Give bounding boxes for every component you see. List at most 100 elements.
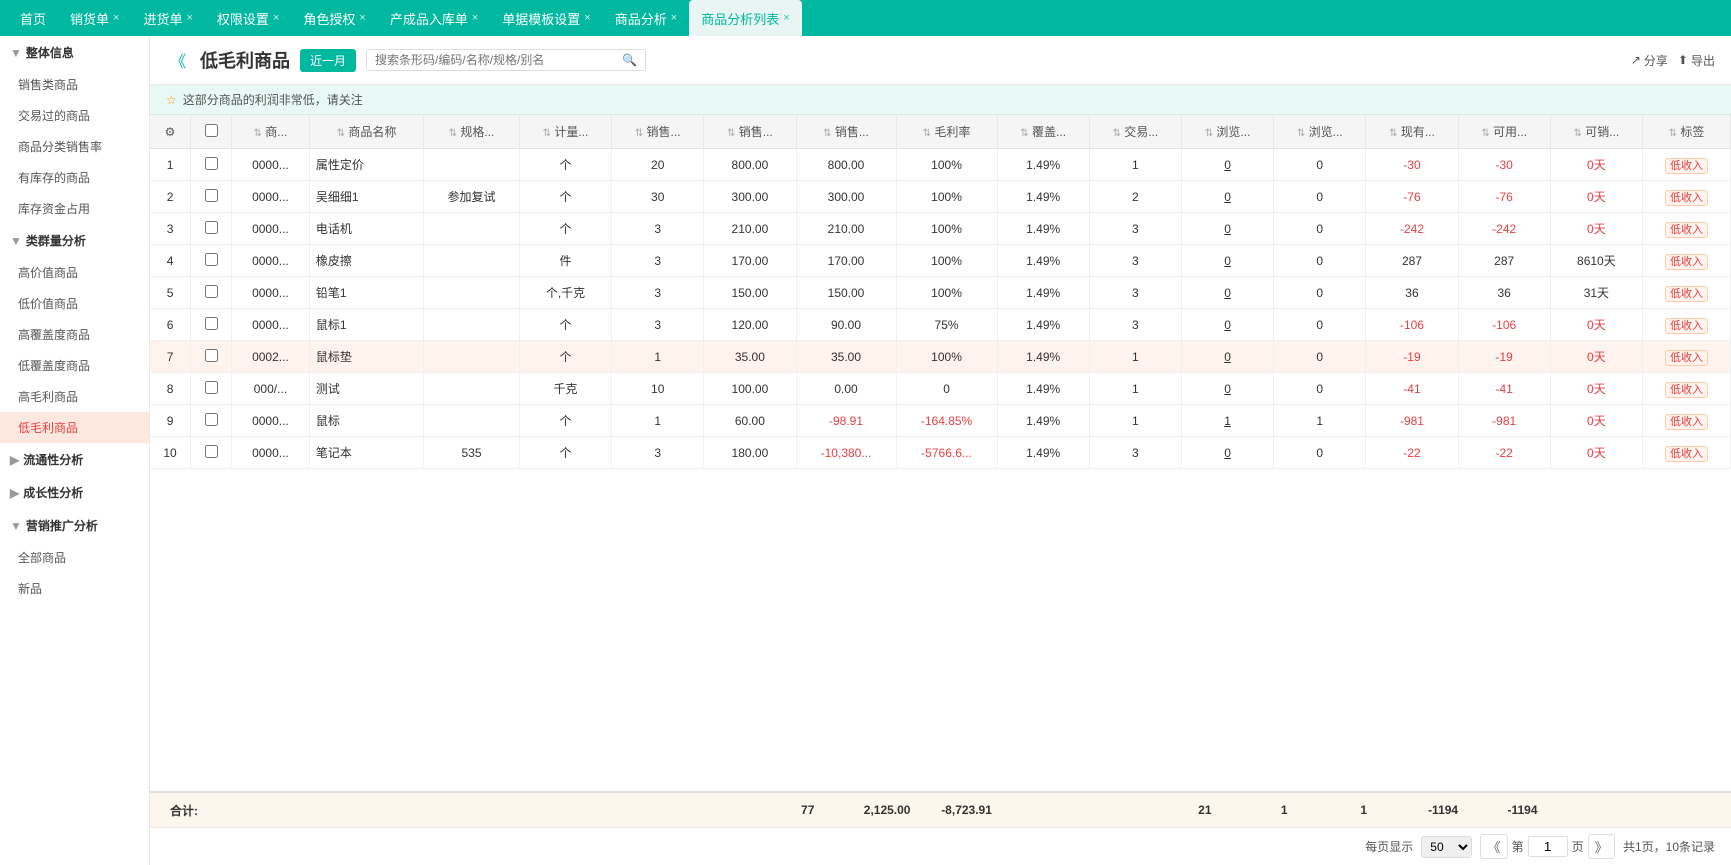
col-unit[interactable]: ⇅ 计量... xyxy=(519,115,611,149)
col-sales-profit[interactable]: ⇅ 销售... xyxy=(796,115,896,149)
row-browse1[interactable]: 0 xyxy=(1181,277,1273,309)
nav-close-roles[interactable]: × xyxy=(359,12,365,24)
row-checkbox[interactable] xyxy=(205,189,218,202)
nav-item-sales[interactable]: 销货单 × xyxy=(58,0,131,36)
row-check[interactable] xyxy=(191,341,232,373)
row-browse1[interactable]: 0 xyxy=(1181,373,1273,405)
nav-close-products-in[interactable]: × xyxy=(472,12,478,24)
chevron-down-icon: ▼ xyxy=(10,46,22,60)
row-checkbox[interactable] xyxy=(205,413,218,426)
sidebar-item-new-products[interactable]: 新品 xyxy=(0,573,149,604)
sidebar-item-low-margin[interactable]: 低毛利商品 xyxy=(0,412,149,443)
sidebar-item-high-coverage[interactable]: 高覆盖度商品 xyxy=(0,319,149,350)
search-input[interactable] xyxy=(375,53,618,67)
sidebar-item-traded-products[interactable]: 交易过的商品 xyxy=(0,100,149,131)
row-browse1[interactable]: 0 xyxy=(1181,149,1273,181)
row-checkbox[interactable] xyxy=(205,157,218,170)
nav-item-purchase[interactable]: 进货单 × xyxy=(131,0,204,36)
footer-trade: 21 xyxy=(1165,803,1244,817)
row-check[interactable] xyxy=(191,213,232,245)
sidebar-item-in-stock[interactable]: 有库存的商品 xyxy=(0,162,149,193)
col-name[interactable]: ⇅ 商品名称 xyxy=(309,115,423,149)
nav-item-analysis[interactable]: 商品分析 × xyxy=(603,0,689,36)
row-check[interactable] xyxy=(191,309,232,341)
sidebar-item-high-margin[interactable]: 高毛利商品 xyxy=(0,381,149,412)
col-gross-rate[interactable]: ⇅ 毛利率 xyxy=(896,115,997,149)
sidebar-item-low-value[interactable]: 低价值商品 xyxy=(0,288,149,319)
col-stock[interactable]: ⇅ 现有... xyxy=(1366,115,1458,149)
row-checkbox[interactable] xyxy=(205,221,218,234)
export-button[interactable]: ⬆ 导出 xyxy=(1678,52,1715,69)
footer-label: 合计: xyxy=(160,802,208,819)
row-browse1[interactable]: 1 xyxy=(1181,405,1273,437)
nav-close-analysis[interactable]: × xyxy=(671,12,677,24)
row-check[interactable] xyxy=(191,437,232,469)
nav-close-permissions[interactable]: × xyxy=(273,12,279,24)
content-area: 《 低毛利商品 近一月 🔍 ↗ 分享 ⬆ 导出 ☆ 这部分商品的利润非常低， xyxy=(150,36,1731,865)
nav-close-purchase[interactable]: × xyxy=(186,12,192,24)
row-browse1[interactable]: 0 xyxy=(1181,245,1273,277)
row-browse1[interactable]: 0 xyxy=(1181,213,1273,245)
page-input[interactable] xyxy=(1528,836,1568,857)
share-button[interactable]: ↗ 分享 xyxy=(1631,52,1668,69)
row-checkbox[interactable] xyxy=(205,253,218,266)
col-spec[interactable]: ⇅ 规格... xyxy=(424,115,520,149)
nav-item-permissions[interactable]: 权限设置 × xyxy=(205,0,291,36)
nav-close-sales[interactable]: × xyxy=(113,12,119,24)
per-page-select[interactable]: 50 20 100 xyxy=(1421,836,1472,858)
prev-page-btn[interactable]: 《 xyxy=(1480,834,1507,859)
row-browse1[interactable]: 0 xyxy=(1181,181,1273,213)
sidebar-group-overall[interactable]: ▼ 整体信息 xyxy=(0,36,149,69)
sidebar-collapse-btn[interactable]: 《 xyxy=(166,44,190,76)
nav-item-products-in[interactable]: 产成品入库单 × xyxy=(378,0,490,36)
col-trade[interactable]: ⇅ 交易... xyxy=(1089,115,1181,149)
sidebar-item-all-products[interactable]: 全部商品 xyxy=(0,542,149,573)
row-check[interactable] xyxy=(191,405,232,437)
row-checkbox[interactable] xyxy=(205,285,218,298)
row-checkbox[interactable] xyxy=(205,349,218,362)
nav-close-template[interactable]: × xyxy=(584,12,590,24)
row-check[interactable] xyxy=(191,149,232,181)
col-tag[interactable]: ⇅ 标签 xyxy=(1642,115,1730,149)
col-check[interactable] xyxy=(191,115,232,149)
row-check[interactable] xyxy=(191,373,232,405)
col-browse2[interactable]: ⇅ 浏览... xyxy=(1274,115,1366,149)
row-sales-price: 120.00 xyxy=(704,309,796,341)
nav-item-template[interactable]: 单据模板设置 × xyxy=(490,0,602,36)
nav-close-analysis-list[interactable]: × xyxy=(783,12,789,24)
data-table-wrapper[interactable]: ⚙ ⇅ 商... ⇅ 商品名称 ⇅ 规格... ⇅ 计量... ⇅ 销售... … xyxy=(150,115,1731,791)
nav-item-analysis-list[interactable]: 商品分析列表 × xyxy=(689,0,801,36)
row-checkbox[interactable] xyxy=(205,317,218,330)
sidebar-item-capital-usage[interactable]: 库存资金占用 xyxy=(0,193,149,224)
col-sales-qty[interactable]: ⇅ 销售... xyxy=(612,115,704,149)
row-browse1[interactable]: 0 xyxy=(1181,309,1273,341)
nav-item-home[interactable]: 首页 xyxy=(8,0,58,36)
col-available[interactable]: ⇅ 可用... xyxy=(1458,115,1550,149)
select-all-checkbox[interactable] xyxy=(205,124,218,137)
sidebar-item-category-sales-rate[interactable]: 商品分类销售率 xyxy=(0,131,149,162)
sidebar-item-low-coverage[interactable]: 低覆盖度商品 xyxy=(0,350,149,381)
col-sales-price[interactable]: ⇅ 销售... xyxy=(704,115,796,149)
row-check[interactable] xyxy=(191,181,232,213)
row-checkbox[interactable] xyxy=(205,445,218,458)
row-check[interactable] xyxy=(191,245,232,277)
sidebar-item-sales-products[interactable]: 销售类商品 xyxy=(0,69,149,100)
col-coverage[interactable]: ⇅ 覆盖... xyxy=(997,115,1089,149)
search-icon[interactable]: 🔍 xyxy=(622,53,637,67)
row-browse1[interactable]: 0 xyxy=(1181,437,1273,469)
row-check[interactable] xyxy=(191,277,232,309)
nav-item-roles[interactable]: 角色授权 × xyxy=(291,0,377,36)
sidebar-group-cluster[interactable]: ▼ 类群量分析 xyxy=(0,224,149,257)
col-settings[interactable]: ⚙ xyxy=(150,115,191,149)
col-saleable[interactable]: ⇅ 可销... xyxy=(1550,115,1642,149)
row-checkbox[interactable] xyxy=(205,381,218,394)
next-page-btn[interactable]: 》 xyxy=(1588,834,1615,859)
col-browse1[interactable]: ⇅ 浏览... xyxy=(1181,115,1273,149)
row-browse1[interactable]: 0 xyxy=(1181,341,1273,373)
sidebar-group-growth[interactable]: ▶ 成长性分析 xyxy=(0,476,149,509)
sidebar-group-circulation[interactable]: ▶ 流通性分析 xyxy=(0,443,149,476)
period-button[interactable]: 近一月 xyxy=(300,49,356,72)
sidebar-group-marketing[interactable]: ▼ 营销推广分析 xyxy=(0,509,149,542)
sidebar-item-high-value[interactable]: 高价值商品 xyxy=(0,257,149,288)
col-code[interactable]: ⇅ 商... xyxy=(231,115,309,149)
